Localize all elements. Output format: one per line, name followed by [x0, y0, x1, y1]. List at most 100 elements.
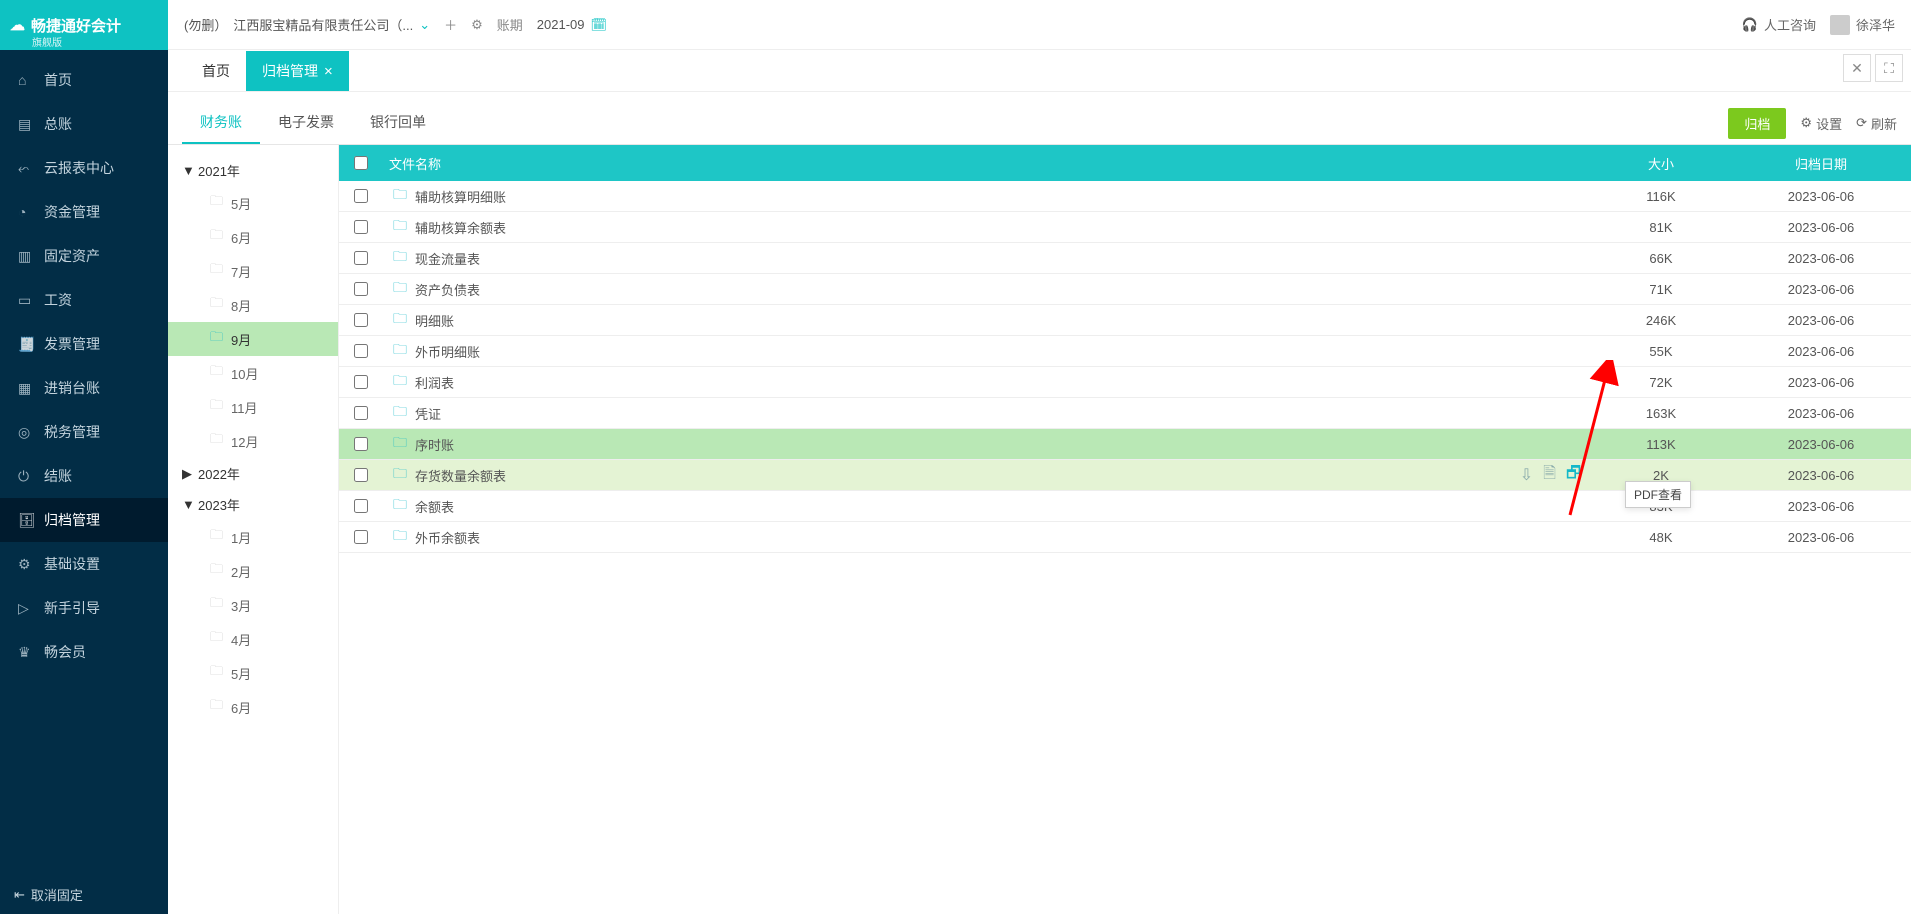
file-grid: 文件名称 大小 归档日期 🗀辅助核算明细账116K2023-06-06🗀辅助核算… [338, 145, 1911, 914]
archive-date: 2023-06-06 [1731, 189, 1911, 204]
month-node[interactable]: 🗀10月 [168, 356, 338, 390]
year-node[interactable]: ▼2023年 [168, 489, 338, 520]
fullscreen-icon[interactable]: ⛶ [1875, 54, 1903, 82]
nav-member[interactable]: ♛畅会员 [0, 630, 168, 674]
year-node[interactable]: ▼2021年 [168, 155, 338, 186]
row-checkbox[interactable] [354, 437, 368, 451]
table-row[interactable]: 🗀外币余额表48K2023-06-06 [339, 522, 1911, 553]
month-label: 6月 [231, 698, 251, 717]
export-pdf-icon[interactable]: 🗎 [1543, 462, 1556, 489]
table-row[interactable]: 🗀资产负债表71K2023-06-06 [339, 274, 1911, 305]
row-checkbox[interactable] [354, 313, 368, 327]
row-checkbox[interactable] [354, 282, 368, 296]
table-row[interactable]: 🗀凭证163K2023-06-06 [339, 398, 1911, 429]
month-label: 5月 [231, 664, 251, 683]
export-excel-icon[interactable]: ⇩ [1520, 465, 1533, 485]
row-checkbox[interactable] [354, 499, 368, 513]
nav-salary[interactable]: ▭工资 [0, 278, 168, 322]
row-checkbox[interactable] [354, 530, 368, 544]
tab-archive[interactable]: 归档管理 × [246, 51, 349, 91]
tab-controls: ✕ ⛶ [1843, 54, 1903, 82]
consult-link[interactable]: 🎧 人工咨询 [1742, 15, 1816, 34]
archive-button[interactable]: 归档 [1728, 108, 1786, 139]
nav-settings[interactable]: ⚙基础设置 [0, 542, 168, 586]
subtabs: 财务账 电子发票 银行回单 [182, 102, 444, 144]
select-all-checkbox[interactable] [354, 156, 368, 170]
table-row[interactable]: 🗀辅助核算明细账116K2023-06-06 [339, 181, 1911, 212]
company-selector[interactable]: (勿删） 江西服宝精品有限责任公司（... ⌄ [184, 15, 430, 34]
close-icon[interactable]: × [324, 63, 333, 80]
nav-close[interactable]: ⏻结账 [0, 454, 168, 498]
month-node[interactable]: 🗀8月 [168, 288, 338, 322]
tabs: 首页 归档管理 × ✕ ⛶ [168, 50, 1911, 92]
table-row[interactable]: 🗀现金流量表66K2023-06-06 [339, 243, 1911, 274]
unpin-label: 取消固定 [31, 885, 83, 904]
nav-guide[interactable]: ▷新手引导 [0, 586, 168, 630]
row-checkbox[interactable] [354, 375, 368, 389]
month-node[interactable]: 🗀9月 [168, 322, 338, 356]
tax-icon: ◎ [18, 424, 34, 440]
nav-tax[interactable]: ◎税务管理 [0, 410, 168, 454]
row-checkbox[interactable] [354, 468, 368, 482]
year-label: 2022年 [198, 464, 240, 483]
file-size: 48K [1591, 530, 1731, 545]
tab-label: 归档管理 [262, 61, 318, 81]
month-node[interactable]: 🗀3月 [168, 588, 338, 622]
subtab-finance[interactable]: 财务账 [182, 102, 260, 144]
view-pdf-icon[interactable]: 🗗 [1566, 462, 1581, 489]
month-node[interactable]: 🗀12月 [168, 424, 338, 458]
archive-date: 2023-06-06 [1731, 499, 1911, 514]
table-row[interactable]: 🗀明细账246K2023-06-06 [339, 305, 1911, 336]
sidebar-unpin[interactable]: ⇤ 取消固定 [0, 875, 168, 914]
month-node[interactable]: 🗀7月 [168, 254, 338, 288]
table-row[interactable]: 🗀辅助核算余额表81K2023-06-06 [339, 212, 1911, 243]
tab-home[interactable]: 首页 [186, 51, 246, 91]
month-node[interactable]: 🗀5月 [168, 186, 338, 220]
row-checkbox[interactable] [354, 251, 368, 265]
nav-home[interactable]: ⌂首页 [0, 58, 168, 102]
row-checkbox[interactable] [354, 406, 368, 420]
month-node[interactable]: 🗀6月 [168, 690, 338, 724]
period-picker[interactable]: 2021-09 🗓 [537, 17, 607, 33]
nav-reports[interactable]: ⬿云报表中心 [0, 146, 168, 190]
year-node[interactable]: ▶2022年 [168, 458, 338, 489]
settings-button[interactable]: ⚙设置 [1800, 114, 1842, 133]
row-checkbox[interactable] [354, 189, 368, 203]
close-all-icon[interactable]: ✕ [1843, 54, 1871, 82]
nav-funds[interactable]: ◔资金管理 [0, 190, 168, 234]
user-menu[interactable]: 徐泽华 [1830, 15, 1895, 35]
nav-assets[interactable]: ▥固定资产 [0, 234, 168, 278]
nav-inventory[interactable]: ▦进销台账 [0, 366, 168, 410]
toolbar: 归档 ⚙设置 ⟳刷新 [1728, 108, 1897, 139]
table-row[interactable]: 🗀外币明细账55K2023-06-06 [339, 336, 1911, 367]
month-node[interactable]: 🗀 1月 [168, 520, 338, 554]
folder-icon: 🗀 [393, 463, 407, 487]
table-row[interactable]: 🗀序时账113K2023-06-06 [339, 429, 1911, 460]
month-node[interactable]: 🗀2月 [168, 554, 338, 588]
nav-invoice[interactable]: 🧾发票管理 [0, 322, 168, 366]
row-checkbox[interactable] [354, 344, 368, 358]
month-node[interactable]: 🗀5月 [168, 656, 338, 690]
subtab-bank[interactable]: 银行回单 [352, 102, 444, 144]
settings-icon[interactable]: ⚙ [471, 17, 483, 33]
month-label: 10月 [231, 364, 258, 383]
table-row[interactable]: 🗀利润表72K2023-06-06 [339, 367, 1911, 398]
month-node[interactable]: 🗀4月 [168, 622, 338, 656]
folder-icon: 🗀 [210, 526, 223, 548]
company-name: 江西服宝精品有限责任公司（... [233, 15, 413, 34]
calendar-icon: 🗓 [591, 17, 608, 33]
archive-date: 2023-06-06 [1731, 375, 1911, 390]
month-node[interactable]: 🗀6月 [168, 220, 338, 254]
nav-label: 基础设置 [44, 554, 100, 574]
add-icon[interactable]: ＋ [444, 15, 457, 34]
refresh-button[interactable]: ⟳刷新 [1856, 114, 1897, 133]
folder-icon: 🗀 [210, 594, 223, 616]
ledger-icon: ▤ [18, 116, 34, 132]
nav-ledger[interactable]: ▤总账 [0, 102, 168, 146]
row-checkbox[interactable] [354, 220, 368, 234]
subtab-einvoice[interactable]: 电子发票 [260, 102, 352, 144]
month-label: 1月 [231, 528, 251, 547]
nav-archive[interactable]: 🗄归档管理 [0, 498, 168, 542]
nav-label: 资金管理 [44, 202, 100, 222]
month-node[interactable]: 🗀11月 [168, 390, 338, 424]
